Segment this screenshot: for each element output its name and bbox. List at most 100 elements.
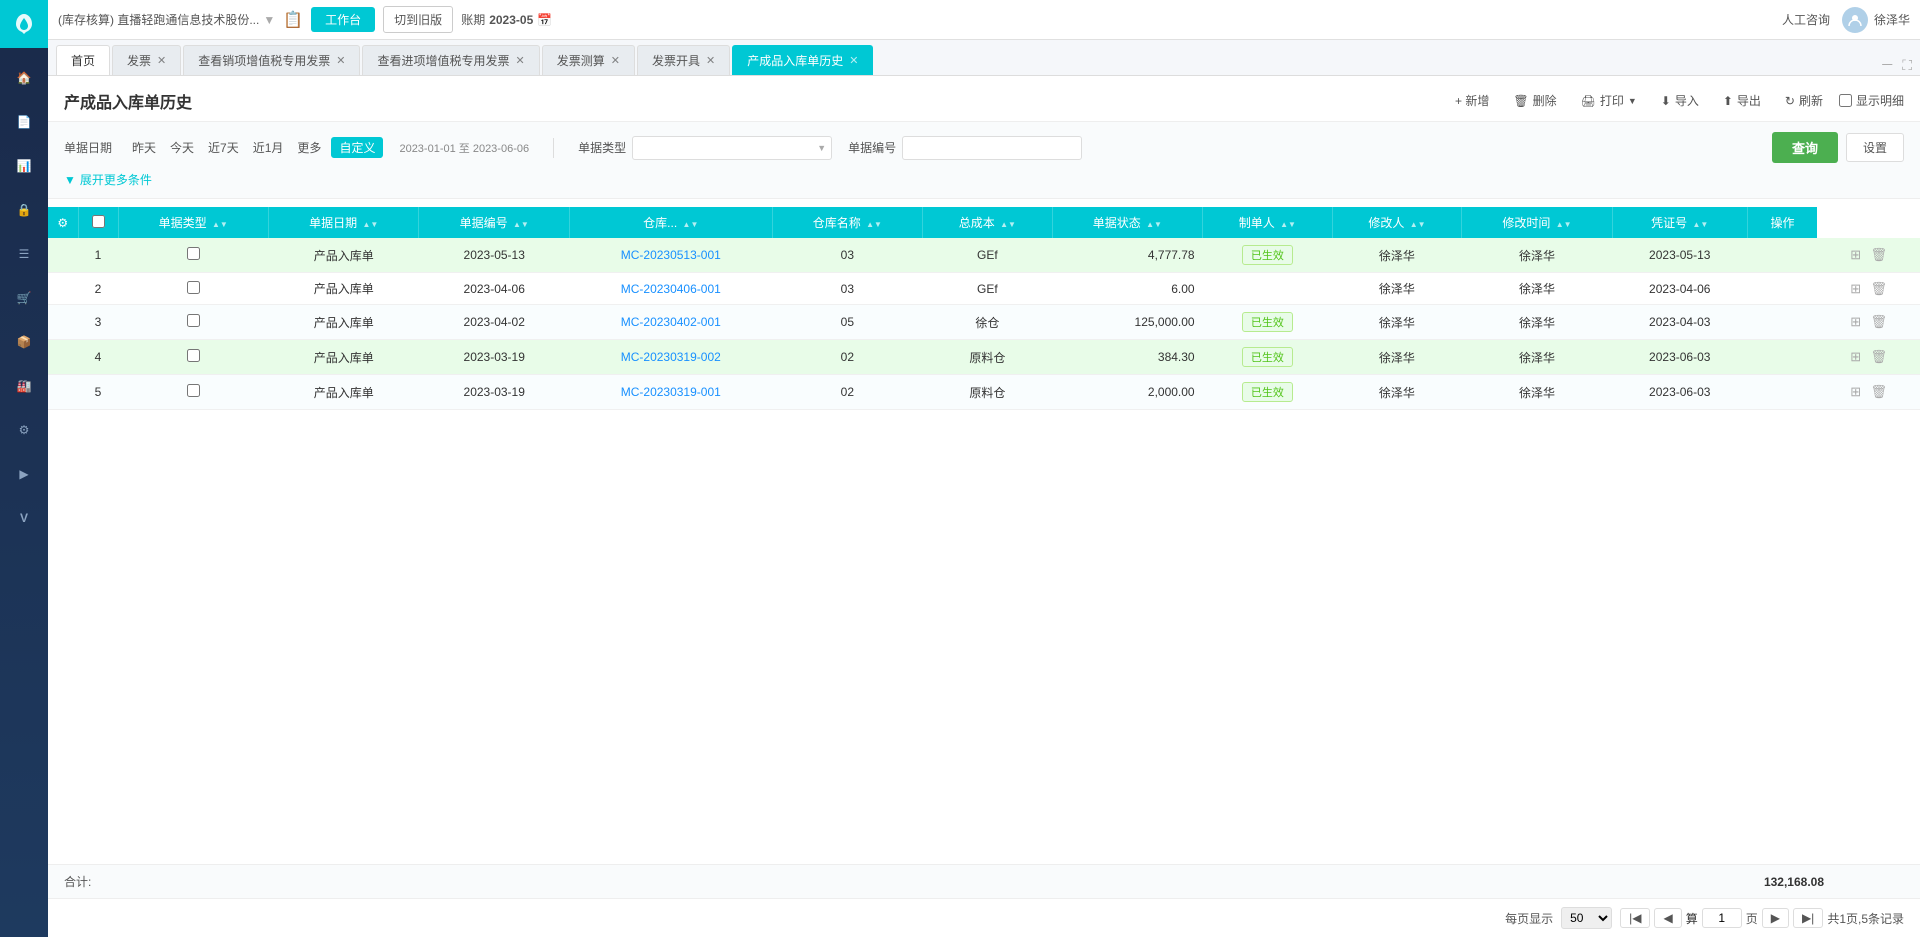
shortcut-7days[interactable]: 近7天: [204, 137, 243, 158]
th-modify-time[interactable]: 修改时间 ▲▼: [1462, 207, 1612, 238]
delete-row-icon[interactable]: 🗑: [1871, 281, 1888, 296]
user-service[interactable]: 人工咨询: [1782, 11, 1830, 28]
print-button[interactable]: 🖨 打印 ▼: [1573, 88, 1645, 113]
calendar-icon[interactable]: 📅: [537, 13, 552, 27]
number-link[interactable]: MC-20230513-001: [621, 248, 721, 262]
first-page-button[interactable]: |◀: [1620, 908, 1650, 928]
tab-invoice-close[interactable]: ✕: [157, 54, 166, 67]
tab-invoice-calc-close[interactable]: ✕: [611, 54, 620, 67]
th-type[interactable]: 单据类型 ▲▼: [118, 207, 268, 238]
th-status[interactable]: 单据状态 ▲▼: [1052, 207, 1202, 238]
sidebar-item-lock[interactable]: 🔒: [0, 188, 48, 232]
tab-invoice-open-close[interactable]: ✕: [706, 54, 715, 67]
number-link[interactable]: MC-20230406-001: [621, 282, 721, 296]
sidebar-item-v[interactable]: V: [0, 496, 48, 540]
tab-purchase-vat[interactable]: 查看进项增值税专用发票 ✕: [362, 45, 539, 75]
import-button[interactable]: ⬇ 导入: [1653, 88, 1707, 113]
sidebar-item-home[interactable]: 🏠: [0, 56, 48, 100]
th-settings[interactable]: ⚙: [48, 207, 78, 238]
shortcut-today[interactable]: 今天: [166, 137, 198, 158]
new-button[interactable]: + 新增: [1447, 88, 1497, 113]
back-button[interactable]: 切到旧版: [383, 6, 453, 33]
sidebar-item-list[interactable]: ☰: [0, 232, 48, 276]
sidebar-item-docs[interactable]: 📄: [0, 100, 48, 144]
th-warehouse-name[interactable]: 仓库名称 ▲▼: [772, 207, 922, 238]
tab-product-inbound-close[interactable]: ✕: [849, 54, 858, 67]
page-size-select[interactable]: 50 20 100: [1561, 907, 1612, 929]
delete-row-icon[interactable]: 🗑: [1871, 247, 1888, 262]
maximize-icon[interactable]: ⛶: [1902, 57, 1912, 74]
doc-icon[interactable]: 📋: [283, 10, 303, 30]
delete-row-icon[interactable]: 🗑: [1871, 314, 1888, 329]
tab-purchase-vat-close[interactable]: ✕: [516, 54, 525, 67]
app-logo[interactable]: [0, 0, 48, 48]
page-input[interactable]: [1702, 908, 1742, 928]
delete-button[interactable]: 🗑 删除: [1505, 88, 1564, 113]
th-number[interactable]: 单据编号 ▲▼: [419, 207, 569, 238]
reset-button[interactable]: 设置: [1846, 133, 1904, 162]
view-icon[interactable]: ⊞: [1850, 349, 1861, 364]
minimize-icon[interactable]: －: [1880, 55, 1894, 75]
sidebar-item-box[interactable]: 📦: [0, 320, 48, 364]
row-checkbox[interactable]: [187, 314, 200, 327]
cell-warehouse-code: 03: [772, 238, 922, 273]
tab-invoice-open[interactable]: 发票开具 ✕: [637, 45, 730, 75]
th-date[interactable]: 单据日期 ▲▼: [268, 207, 418, 238]
shortcut-yesterday[interactable]: 昨天: [128, 137, 160, 158]
tab-sales-vat[interactable]: 查看销项增值税专用发票 ✕: [183, 45, 360, 75]
number-link[interactable]: MC-20230319-001: [621, 385, 721, 399]
table-wrapper[interactable]: ⚙ 单据类型 ▲▼ 单据日期 ▲▼ 单据编号: [48, 199, 1920, 864]
export-button[interactable]: ⬆ 导出: [1715, 88, 1769, 113]
row-checkbox[interactable]: [187, 349, 200, 362]
number-link[interactable]: MC-20230402-001: [621, 315, 721, 329]
last-page-button[interactable]: ▶|: [1793, 908, 1823, 928]
company-selector[interactable]: (库存核算) 直播轻跑通信息技术股份... ▼: [58, 11, 275, 28]
query-button[interactable]: 查询: [1772, 132, 1838, 163]
type-select[interactable]: [632, 136, 832, 160]
tab-home[interactable]: 首页: [56, 45, 110, 75]
th-warehouse-code[interactable]: 仓库... ▲▼: [569, 207, 772, 238]
tab-sales-vat-close[interactable]: ✕: [336, 54, 345, 67]
th-creator[interactable]: 制单人 ▲▼: [1203, 207, 1333, 238]
view-icon[interactable]: ⊞: [1850, 281, 1861, 296]
filter-area: 单据日期 昨天 今天 近7天 近1月 更多 自定义 2023-01-01 至 2…: [48, 122, 1920, 199]
prev-page-button[interactable]: ◀: [1654, 908, 1681, 928]
refresh-button[interactable]: ↻ 刷新: [1777, 88, 1831, 113]
shortcut-more[interactable]: 更多: [293, 137, 325, 158]
th-total-cost[interactable]: 总成本 ▲▼: [923, 207, 1053, 238]
sidebar-item-shopping[interactable]: 🛒: [0, 276, 48, 320]
sidebar-item-play[interactable]: ▶: [0, 452, 48, 496]
row-checkbox[interactable]: [187, 247, 200, 260]
tab-invoice-calc[interactable]: 发票测算 ✕: [542, 45, 635, 75]
view-icon[interactable]: ⊞: [1850, 384, 1861, 399]
expand-more-button[interactable]: ▼ 展开更多条件: [64, 171, 1904, 188]
number-input[interactable]: [902, 136, 1082, 160]
next-page-button[interactable]: ▶: [1762, 908, 1789, 928]
sort-wcode: ▲▼: [683, 221, 699, 229]
page-header: 产成品入库单历史 + 新增 🗑 删除 🖨 打印 ▼ ⬇ 导入 ⬆: [48, 76, 1920, 122]
th-check-all[interactable]: [92, 215, 105, 228]
tab-product-inbound[interactable]: 产成品入库单历史 ✕: [732, 45, 873, 75]
show-detail-toggle[interactable]: 显示明细: [1839, 92, 1904, 109]
row-checkbox[interactable]: [187, 281, 200, 294]
view-icon[interactable]: ⊞: [1850, 314, 1861, 329]
shortcut-1month[interactable]: 近1月: [249, 137, 288, 158]
th-modifier[interactable]: 修改人 ▲▼: [1332, 207, 1462, 238]
cell-voucher: [1747, 340, 1817, 375]
view-icon[interactable]: ⊞: [1850, 247, 1861, 262]
user-info[interactable]: 徐泽华: [1842, 7, 1910, 33]
shortcut-custom[interactable]: 自定义: [331, 137, 383, 158]
delete-row-icon[interactable]: 🗑: [1871, 384, 1888, 399]
sidebar-item-factory[interactable]: 🏭: [0, 364, 48, 408]
delete-row-icon[interactable]: 🗑: [1871, 349, 1888, 364]
number-link[interactable]: MC-20230319-002: [621, 350, 721, 364]
workbench-button[interactable]: 工作台: [311, 7, 375, 32]
tab-invoice[interactable]: 发票 ✕: [112, 45, 181, 75]
show-detail-checkbox[interactable]: [1839, 94, 1852, 107]
th-seq[interactable]: [78, 207, 118, 238]
sidebar-item-settings[interactable]: ⚙: [0, 408, 48, 452]
row-checkbox[interactable]: [187, 384, 200, 397]
company-dropdown-icon[interactable]: ▼: [263, 13, 275, 27]
th-voucher[interactable]: 凭证号 ▲▼: [1612, 207, 1747, 238]
sidebar-item-chart[interactable]: 📊: [0, 144, 48, 188]
